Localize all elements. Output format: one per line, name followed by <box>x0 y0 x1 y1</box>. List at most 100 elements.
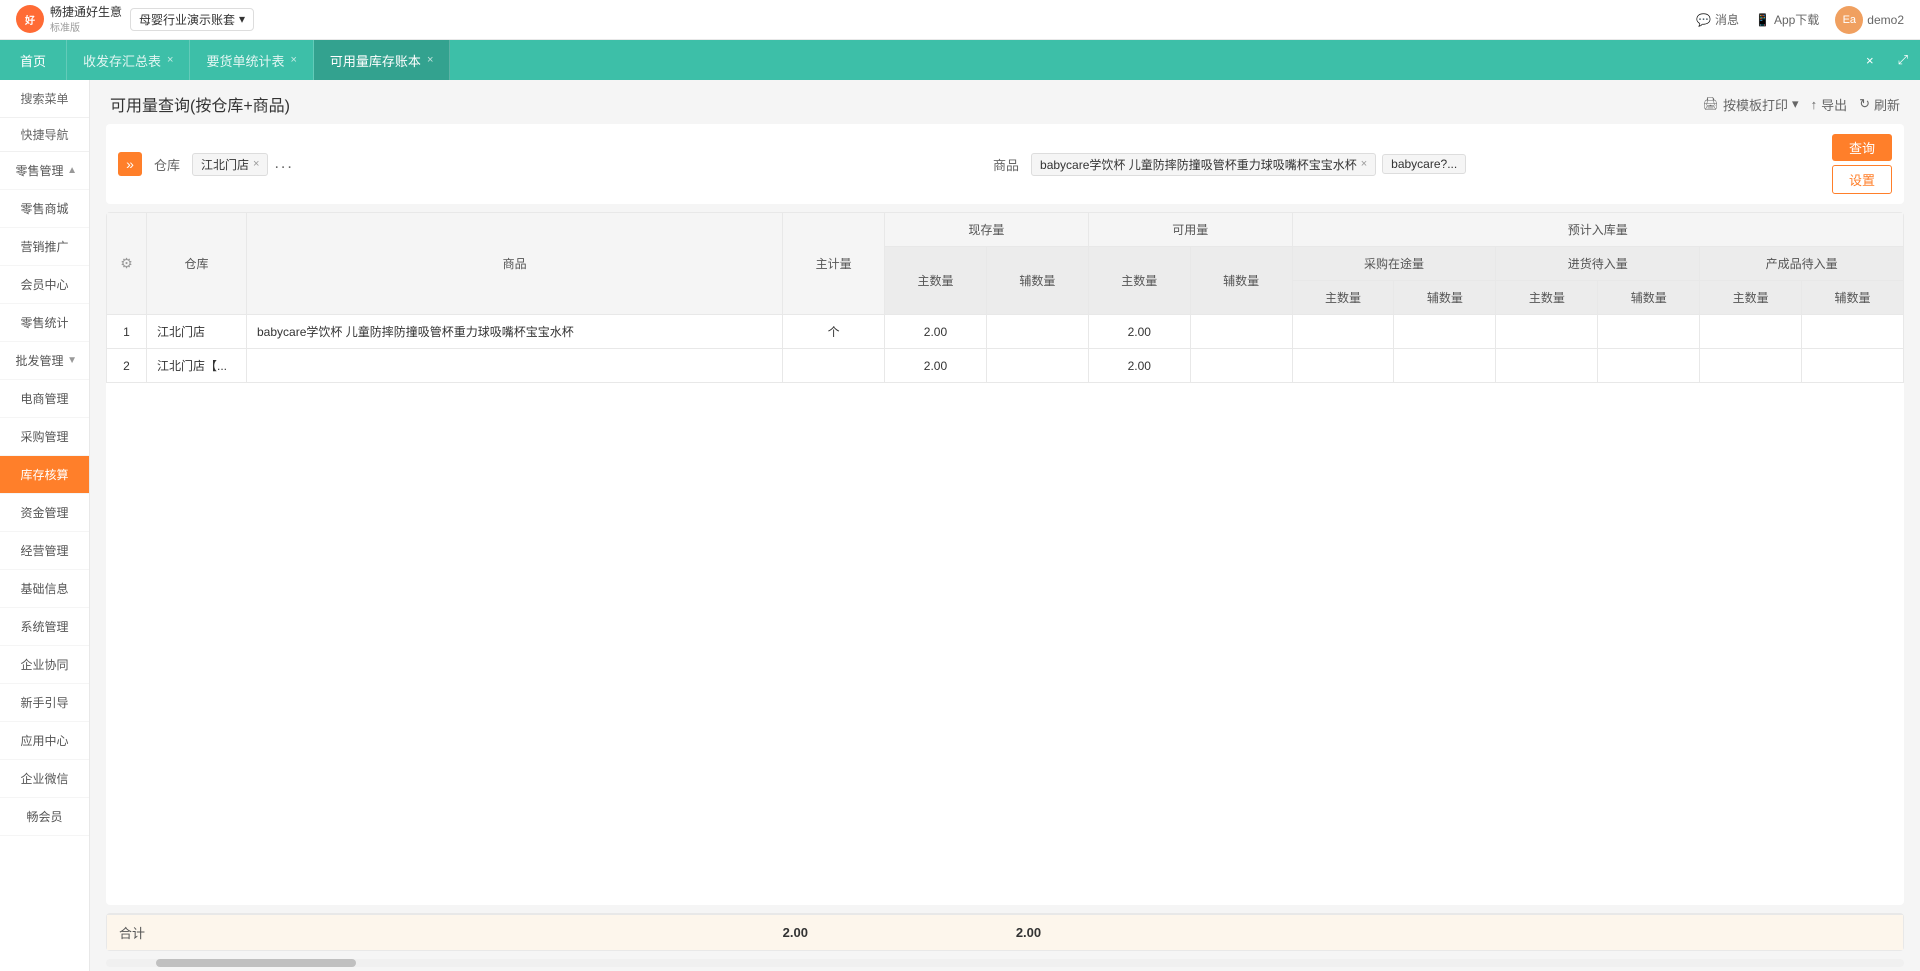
warehouse-tag[interactable]: 江北门店 × <box>192 153 268 176</box>
col-main-unit-header: 主计量 <box>783 213 885 315</box>
user-name: demo2 <box>1867 13 1904 27</box>
col-available-aux-qty-header: 辅数量 <box>1190 247 1292 315</box>
sidebar-item-enterprise-collab[interactable]: 企业协同 <box>0 646 89 684</box>
sidebar-retail-stats-label: 零售统计 <box>12 314 77 331</box>
sidebar-retail-mgmt-label: 零售管理 <box>12 162 67 179</box>
gear-icon[interactable]: ⚙ <box>120 255 133 271</box>
sidebar-item-new-user[interactable]: 新手引导 <box>0 684 89 722</box>
cell-available-main-0: 2.00 <box>1088 315 1190 349</box>
tab-close-all[interactable]: × <box>1854 40 1886 80</box>
tab-order-stats-label: 要货单统计表 <box>206 51 284 70</box>
user-area[interactable]: Ea demo2 <box>1835 6 1904 34</box>
cell-po-main-0 <box>1292 315 1394 349</box>
cell-seq-0: 1 <box>107 315 147 349</box>
footer-current-main-qty: 2.00 <box>737 917 854 948</box>
tab-close-order[interactable]: × <box>290 54 296 66</box>
export-btn[interactable]: ↑ 导出 <box>1811 95 1848 114</box>
table-row: 2 江北门店【... 2.00 2.00 <box>107 349 1904 383</box>
cell-po-main-1 <box>1292 349 1394 383</box>
sidebar-vip-label: 畅会员 <box>12 808 77 825</box>
col-available-main-qty-header: 主数量 <box>1088 247 1190 315</box>
sidebar-item-retail-mall[interactable]: 零售商城 <box>0 190 89 228</box>
sidebar-item-ecommerce[interactable]: 电商管理 <box>0 380 89 418</box>
sidebar-search[interactable]: 搜索菜单 <box>0 80 89 118</box>
warehouse-label: 仓库 <box>154 155 180 174</box>
store-select[interactable]: 母婴行业演示账套 ▾ <box>130 8 254 31</box>
col-purchase-onway-header: 采购在途量 <box>1292 247 1496 281</box>
sidebar-basic-info-label: 基础信息 <box>12 580 77 597</box>
tab-available-stock[interactable]: 可用量库存账本 × <box>314 40 450 80</box>
sidebar-app-center-label: 应用中心 <box>12 732 77 749</box>
sidebar-item-retail-stats[interactable]: 零售统计 <box>0 304 89 342</box>
cell-prod-main-0 <box>1700 315 1802 349</box>
logo-area: 好 畅捷通好生意 标准版 <box>16 5 122 34</box>
query-button[interactable]: 查询 <box>1832 134 1892 161</box>
table-footer: 合计 2.00 2.00 <box>106 913 1904 951</box>
cell-seq-1: 2 <box>107 349 147 383</box>
sidebar-item-marketing[interactable]: 营销推广 <box>0 228 89 266</box>
sidebar-item-retail-mgmt[interactable]: 零售管理 ▲ <box>0 152 89 190</box>
sidebar-stock-check-label: 库存核算 <box>12 466 77 483</box>
col-current-aux-qty-header: 辅数量 <box>986 247 1088 315</box>
sidebar-item-operations[interactable]: 经营管理 <box>0 532 89 570</box>
sidebar-item-vip[interactable]: 畅会员 <box>0 798 89 836</box>
footer-product-arrival-main <box>1670 925 1787 941</box>
sidebar-item-wholesale-mgmt[interactable]: 批发管理 ▼ <box>0 342 89 380</box>
cell-current-aux-1 <box>986 349 1088 383</box>
footer-available-aux-qty <box>1087 925 1204 941</box>
message-action[interactable]: 💬 消息 <box>1696 11 1739 28</box>
sidebar-purchase-label: 采购管理 <box>12 428 77 445</box>
sidebar-item-stock-check[interactable]: 库存核算 <box>0 456 89 494</box>
product-tag-2[interactable]: babycare?... <box>1382 154 1466 174</box>
cell-current-aux-0 <box>986 315 1088 349</box>
footer-product-arrival-aux <box>1786 925 1903 941</box>
cell-current-main-0: 2.00 <box>885 315 987 349</box>
tab-close-available[interactable]: × <box>427 54 433 66</box>
cell-po-aux-1 <box>1394 349 1496 383</box>
sidebar-item-app-center[interactable]: 应用中心 <box>0 722 89 760</box>
tab-home[interactable]: 首页 <box>0 40 67 80</box>
product-label: 商品 <box>993 155 1019 174</box>
logo-icon: 好 <box>16 5 44 33</box>
warehouse-tag-close[interactable]: × <box>253 158 259 170</box>
sidebar-item-system-mgmt[interactable]: 系统管理 <box>0 608 89 646</box>
tab-close-collection[interactable]: × <box>167 54 173 66</box>
sidebar-quick-nav[interactable]: 快捷导航 <box>0 118 89 152</box>
tab-collection-summary[interactable]: 收发存汇总表 × <box>67 40 190 80</box>
tab-order-stats[interactable]: 要货单统计表 × <box>190 40 313 80</box>
sidebar-item-purchase-mgmt[interactable]: 采购管理 <box>0 418 89 456</box>
col-purchase-arrival-aux-header: 辅数量 <box>1598 281 1700 315</box>
cell-pa-main-1 <box>1496 349 1598 383</box>
sidebar-operations-label: 经营管理 <box>12 542 77 559</box>
col-warehouse-header: 仓库 <box>147 213 247 315</box>
cell-product-1 <box>247 349 783 383</box>
cell-current-main-1: 2.00 <box>885 349 987 383</box>
filter-toggle-btn[interactable]: » <box>118 152 142 176</box>
col-purchase-onway-main-header: 主数量 <box>1292 281 1394 315</box>
col-product-arrival-aux-header: 辅数量 <box>1802 281 1904 315</box>
horizontal-scrollbar[interactable] <box>106 959 1904 967</box>
warehouse-more-dots[interactable]: ... <box>274 155 293 173</box>
tab-expand[interactable]: ⤢ <box>1886 40 1920 80</box>
product-tag-1-close[interactable]: × <box>1361 158 1367 170</box>
refresh-btn[interactable]: ↻ 刷新 <box>1859 95 1900 114</box>
sidebar-item-finance[interactable]: 资金管理 <box>0 494 89 532</box>
main-layout: 搜索菜单 快捷导航 零售管理 ▲ 零售商城 营销推广 会员中心 零售统计 批发管… <box>0 80 1920 971</box>
sidebar-marketing-label: 营销推广 <box>12 238 77 255</box>
col-product-header: 商品 <box>247 213 783 315</box>
sidebar-item-enterprise-wechat[interactable]: 企业微信 <box>0 760 89 798</box>
cell-unit-1 <box>783 349 885 383</box>
expand-icon: ⤢ <box>1898 52 1908 68</box>
print-template-btn[interactable]: 🖨 按模板打印 ▾ <box>1703 95 1799 114</box>
sidebar-new-user-label: 新手引导 <box>12 694 77 711</box>
scrollbar-thumb[interactable] <box>156 959 356 967</box>
store-dropdown-icon: ▾ <box>239 12 245 26</box>
settings-button[interactable]: 设置 <box>1832 165 1892 194</box>
sidebar-item-member-center[interactable]: 会员中心 <box>0 266 89 304</box>
sidebar-ecommerce-label: 电商管理 <box>12 390 77 407</box>
logo-sub: 标准版 <box>50 19 122 34</box>
filter-toggle-icon: » <box>126 156 134 172</box>
sidebar-item-basic-info[interactable]: 基础信息 <box>0 570 89 608</box>
product-tag-1[interactable]: babycare学饮杯 儿童防摔防撞吸管杯重力球吸嘴杯宝宝水杯 × <box>1031 153 1376 176</box>
app-download-action[interactable]: 📱 App下载 <box>1755 11 1819 28</box>
